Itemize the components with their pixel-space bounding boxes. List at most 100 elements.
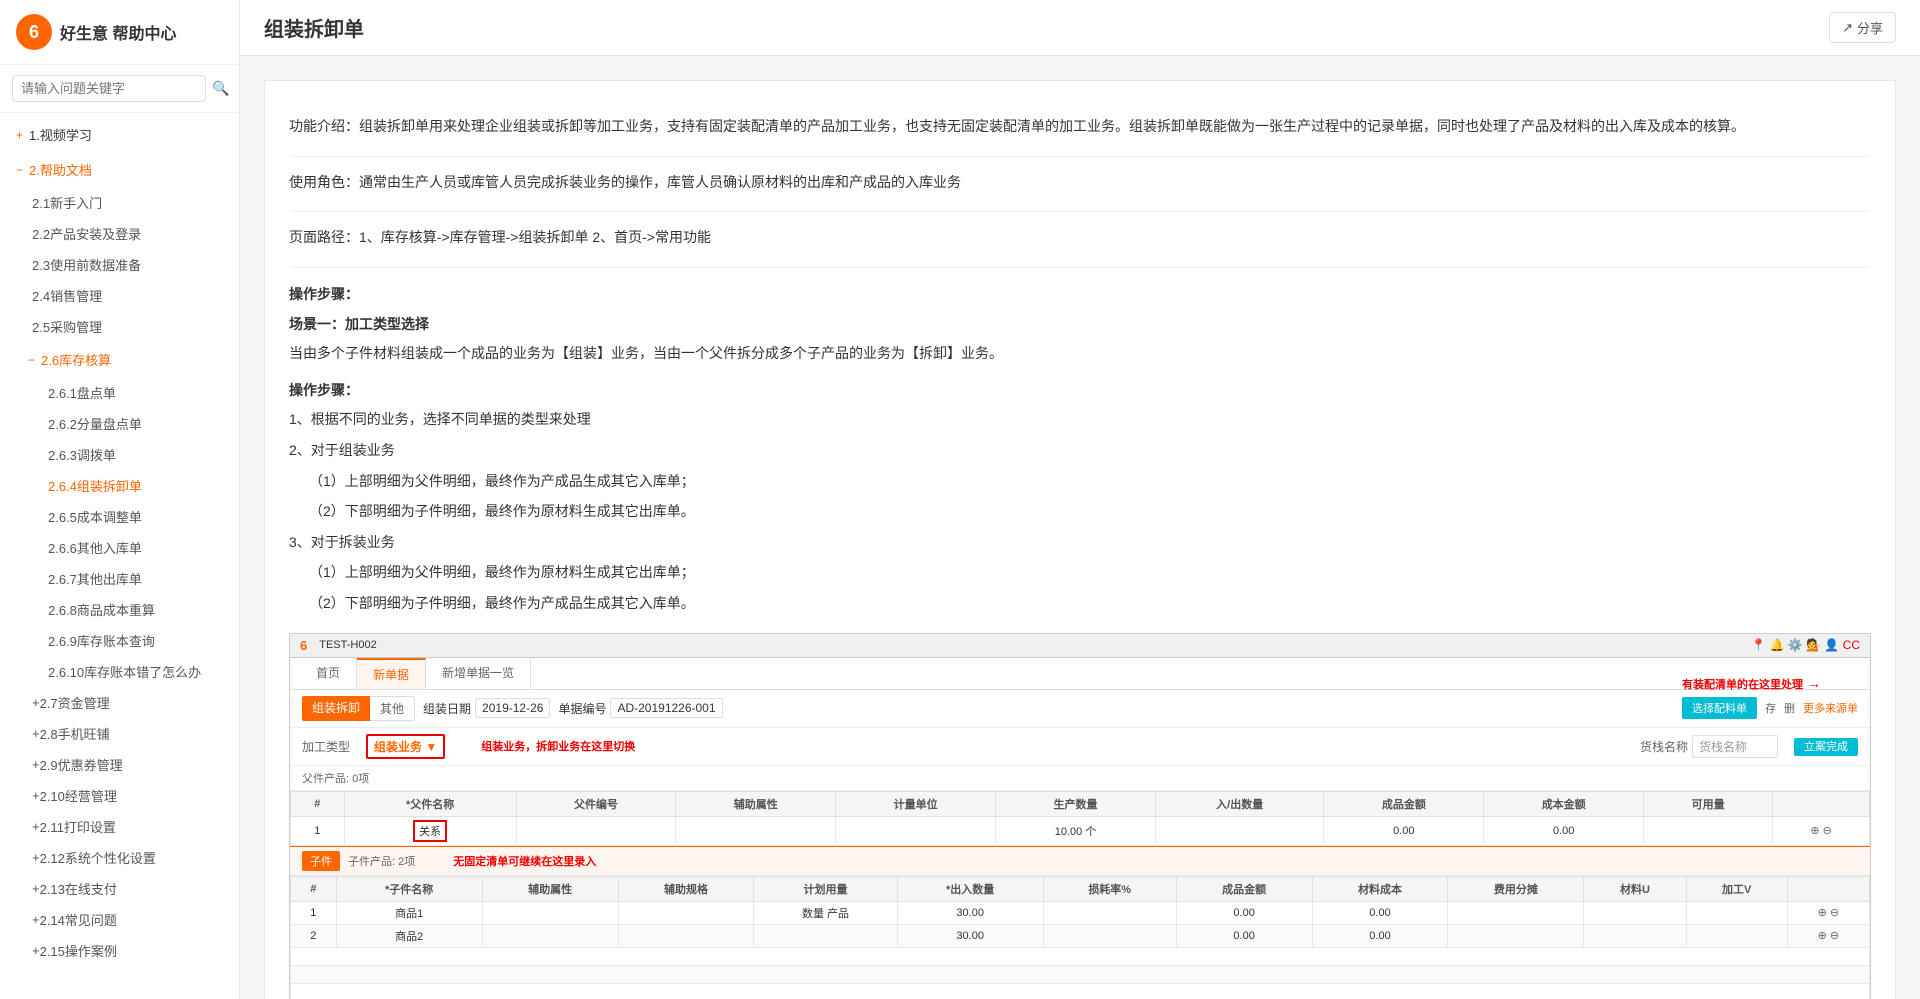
ss-sub-col-fee: 费用分摊 bbox=[1448, 876, 1584, 901]
steps-title: 操作步骤： bbox=[289, 284, 1871, 304]
sidebar-item-docs-211[interactable]: + 2.11打印设置 bbox=[0, 811, 239, 842]
main-area: 组装拆卸单 ↗ 分享 功能介绍：组装拆卸单用来处理企业组装或拆卸等加工业务，支持… bbox=[240, 0, 1920, 999]
sidebar-item-docs-265[interactable]: 2.6.5成本调整单 bbox=[0, 501, 239, 532]
expand-icon-docs-29: + bbox=[32, 757, 40, 772]
sidebar-item-docs-269-label: 2.6.9库存账本查询 bbox=[48, 631, 155, 650]
expand-icon-docs-212: + bbox=[32, 850, 40, 865]
ss-confirm-btn[interactable]: 立案完成 bbox=[1794, 738, 1858, 756]
sidebar-item-docs-269[interactable]: 2.6.9库存账本查询 bbox=[0, 625, 239, 656]
sidebar-item-docs-27[interactable]: + 2.7资金管理 bbox=[0, 687, 239, 718]
sidebar: 6 好生意 帮助中心 🔍 + 1.视频学习 − 2.帮助文档 2.1新手入门 2… bbox=[0, 0, 240, 999]
ss-sub-header-text: 子件产品: 2项 bbox=[348, 853, 415, 869]
ss-parent-name-input[interactable]: 关系 bbox=[413, 820, 447, 842]
ss-upper-table-container: # *父件名称 父件编号 辅助属性 计量单位 生产数量 入/出数量 成品金额 成… bbox=[290, 791, 1870, 846]
expand-icon-docs-28: + bbox=[32, 726, 40, 741]
ss-sub-row1-spec bbox=[618, 901, 754, 924]
sidebar-item-docs-24[interactable]: 2.4销售管理 bbox=[0, 280, 239, 311]
ss-sub-row2-del[interactable]: ⊖ bbox=[1830, 930, 1839, 942]
sidebar-item-docs-22-label: 2.2产品安装及登录 bbox=[32, 224, 141, 243]
sidebar-item-docs-268-label: 2.6.8商品成本重算 bbox=[48, 600, 155, 619]
ss-type-toggle: 组装拆卸 其他 bbox=[302, 696, 415, 721]
ss-row-count: 父件产品: 0项 bbox=[290, 766, 1870, 791]
ss-col-product-amt: 成品金额 bbox=[1324, 791, 1484, 816]
sidebar-item-docs-21-label: 2.1新手入门 bbox=[32, 193, 102, 212]
sidebar-item-docs-25[interactable]: 2.5采购管理 bbox=[0, 311, 239, 342]
ss-sub-row2-fee bbox=[1448, 924, 1584, 947]
sidebar-item-docs-263[interactable]: 2.6.3调拨单 bbox=[0, 439, 239, 470]
sidebar-item-video[interactable]: + 1.视频学习 bbox=[0, 117, 239, 152]
ss-sub-row1-v bbox=[1686, 901, 1787, 924]
sidebar-item-docs[interactable]: − 2.帮助文档 bbox=[0, 152, 239, 187]
ss-row-inout-qty bbox=[1155, 816, 1323, 845]
ss-btn-save[interactable]: 存 bbox=[1765, 700, 1776, 716]
ss-sub-col-name: *子件名称 bbox=[336, 876, 482, 901]
sidebar-item-docs-261-label: 2.6.1盘点单 bbox=[48, 383, 116, 402]
ss-sub-col-aux: 辅助属性 bbox=[482, 876, 618, 901]
sidebar-item-docs-21[interactable]: 2.1新手入门 bbox=[0, 187, 239, 218]
ss-btn-delete[interactable]: 删 bbox=[1784, 700, 1795, 716]
role-section: 使用角色：通常由生产人员或库管人员完成拆装业务的操作，库管人员确认原材料的出库和… bbox=[289, 157, 1871, 213]
sidebar-item-docs-212[interactable]: + 2.12系统个性化设置 bbox=[0, 842, 239, 873]
ss-toggle-other[interactable]: 其他 bbox=[370, 696, 415, 721]
ss-tab-list[interactable]: 新增单据一览 bbox=[426, 658, 531, 689]
sidebar-item-docs-261[interactable]: 2.6.1盘点单 bbox=[0, 377, 239, 408]
sidebar-item-docs-29-label: 2.9优惠券管理 bbox=[40, 755, 123, 774]
ss-logo-icon: 6 bbox=[300, 638, 307, 653]
ss-tab-home[interactable]: 首页 bbox=[300, 658, 357, 689]
ss-row-seq: 1 bbox=[291, 816, 345, 845]
sidebar-item-docs-213[interactable]: + 2.13在线支付 bbox=[0, 873, 239, 904]
logo-icon: 6 bbox=[16, 14, 52, 50]
ss-row-del-btn[interactable]: ⊖ bbox=[1823, 825, 1832, 837]
ss-sub-row2-add[interactable]: ⊕ bbox=[1818, 930, 1827, 942]
ss-toggle-assemble[interactable]: 组装拆卸 bbox=[302, 696, 370, 721]
expand-icon-docs-27: + bbox=[32, 695, 40, 710]
ss-num-field: 单据编号 AD-20191226-001 bbox=[558, 698, 722, 718]
ss-sub-row2-mat: 0.00 bbox=[1312, 924, 1448, 947]
ss-sub-row1-add[interactable]: ⊕ bbox=[1818, 907, 1827, 919]
sidebar-item-docs-29[interactable]: + 2.9优惠券管理 bbox=[0, 749, 239, 780]
ss-type-select[interactable]: 组装业务 ▼ bbox=[366, 734, 445, 759]
ss-warehouse-input[interactable]: 货栈名称 bbox=[1692, 735, 1778, 758]
sidebar-item-docs-262-label: 2.6.2分量盘点单 bbox=[48, 414, 142, 433]
logo-area: 6 好生意 帮助中心 bbox=[0, 0, 239, 65]
sidebar-item-docs-267[interactable]: 2.6.7其他出库单 bbox=[0, 563, 239, 594]
ss-sub-row1-name: 商品1 bbox=[336, 901, 482, 924]
all-content: 功能介绍：组装拆卸单用来处理企业组装或拆卸等加工业务，支持有固定装配清单的产品加… bbox=[264, 80, 1896, 999]
ss-sub-col-u: 材料U bbox=[1584, 876, 1686, 901]
ss-row-avail bbox=[1644, 816, 1773, 845]
ss-btn-more[interactable]: 更多来源单 bbox=[1803, 700, 1858, 716]
share-button[interactable]: ↗ 分享 bbox=[1829, 12, 1896, 43]
sidebar-item-docs-23[interactable]: 2.3使用前数据准备 bbox=[0, 249, 239, 280]
sidebar-item-docs-22[interactable]: 2.2产品安装及登录 bbox=[0, 218, 239, 249]
ss-num-value: AD-20191226-001 bbox=[610, 698, 722, 718]
intro-text: 功能介绍：组装拆卸单用来处理企业组装或拆卸等加工业务，支持有固定装配清单的产品加… bbox=[289, 113, 1871, 140]
search-input[interactable] bbox=[12, 75, 206, 102]
sidebar-item-docs-26-label: 2.6库存核算 bbox=[41, 350, 111, 369]
sidebar-item-docs-26[interactable]: − 2.6库存核算 bbox=[0, 342, 239, 377]
ss-tab-new[interactable]: 新单据 bbox=[357, 658, 426, 689]
search-icon[interactable]: 🔍 bbox=[212, 80, 229, 97]
sidebar-item-docs-262[interactable]: 2.6.2分量盘点单 bbox=[0, 408, 239, 439]
ss-sub-row2-v bbox=[1686, 924, 1787, 947]
ss-sub-row1-del[interactable]: ⊖ bbox=[1830, 907, 1839, 919]
ss-sub-col-spec: 辅助规格 bbox=[618, 876, 754, 901]
ss-col-parent-name: *父件名称 bbox=[344, 791, 516, 816]
sidebar-item-docs-210[interactable]: + 2.10经营管理 bbox=[0, 780, 239, 811]
sidebar-item-docs-266-label: 2.6.6其他入库单 bbox=[48, 538, 142, 557]
ss-sub-row2-seq: 2 bbox=[291, 924, 337, 947]
sidebar-item-docs-2610[interactable]: 2.6.10库存账本错了怎么办 bbox=[0, 656, 239, 687]
sidebar-item-docs-268[interactable]: 2.6.8商品成本重算 bbox=[0, 594, 239, 625]
ss-sub-row1-mat: 0.00 bbox=[1312, 901, 1448, 924]
ss-row-name: 关系 bbox=[344, 816, 516, 845]
ss-row-add-btn[interactable]: ⊕ bbox=[1810, 825, 1819, 837]
ss-select-btn[interactable]: 选择配料单 bbox=[1682, 697, 1757, 719]
ss-sub-row1-u bbox=[1584, 901, 1686, 924]
table-row: 1 关系 10.00 个 0.00 bbox=[291, 816, 1870, 845]
steps-label: 操作步骤： bbox=[289, 380, 1871, 400]
sidebar-item-docs-264[interactable]: 2.6.4组装拆卸单 bbox=[0, 470, 239, 501]
sidebar-item-docs-28[interactable]: + 2.8手机旺铺 bbox=[0, 718, 239, 749]
logo-text: 好生意 帮助中心 bbox=[60, 20, 176, 44]
sidebar-item-docs-215[interactable]: + 2.15操作案例 bbox=[0, 935, 239, 966]
sidebar-item-docs-266[interactable]: 2.6.6其他入库单 bbox=[0, 532, 239, 563]
sidebar-item-docs-214[interactable]: + 2.14常见问题 bbox=[0, 904, 239, 935]
